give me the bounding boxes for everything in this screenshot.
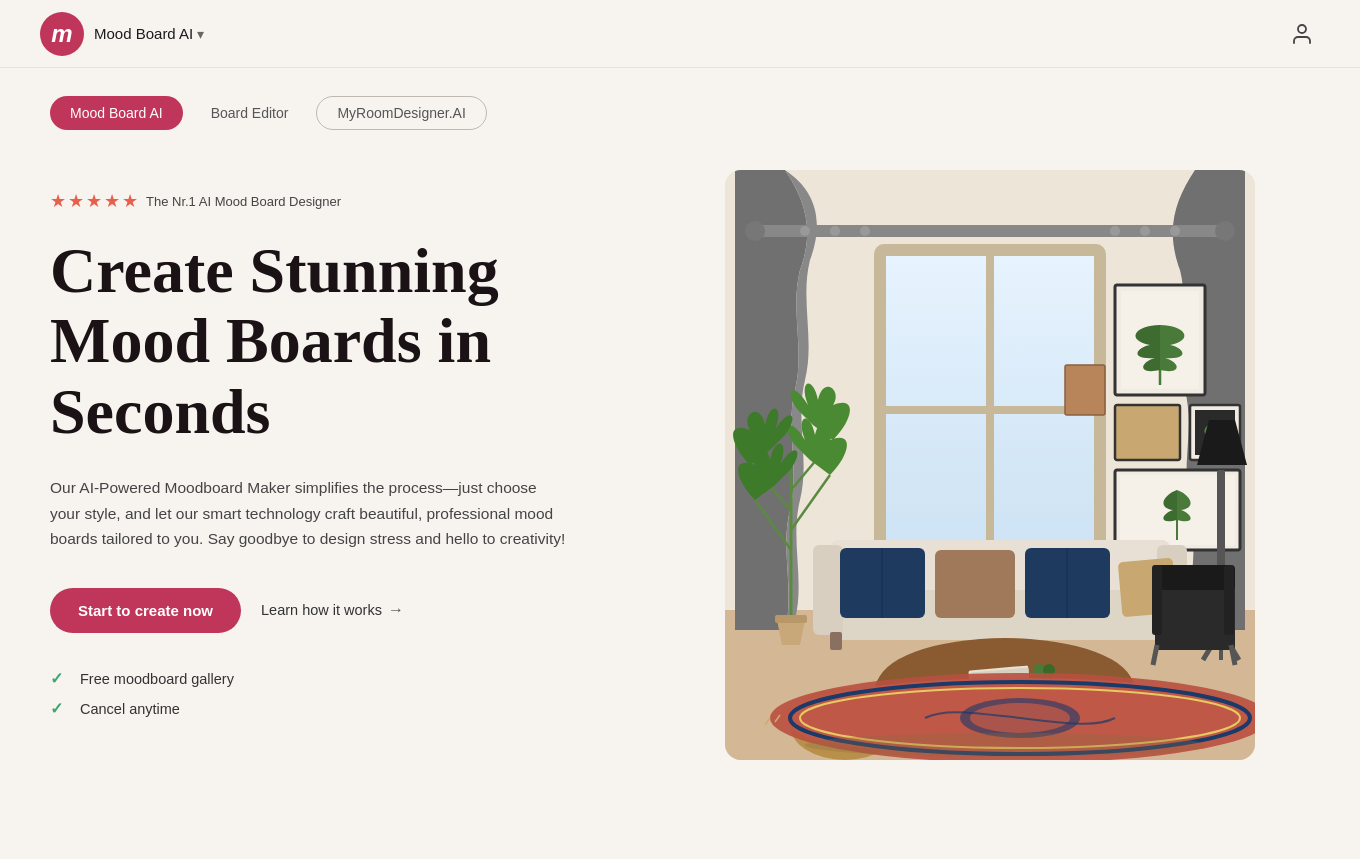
svg-rect-67: [1224, 565, 1234, 635]
learn-how-button[interactable]: Learn how it works →: [261, 601, 404, 619]
header: m Mood Board AI ▾: [0, 0, 1360, 68]
tagline-text: The Nr.1 AI Mood Board Designer: [146, 194, 341, 209]
chevron-down-icon: ▾: [197, 26, 204, 42]
star-3: ★: [86, 190, 102, 212]
hero-room-image: [725, 170, 1255, 760]
user-account-button[interactable]: [1284, 16, 1320, 52]
heading-line3: Seconds: [50, 376, 271, 447]
left-column: ★ ★ ★ ★ ★ The Nr.1 AI Mood Board Designe…: [50, 170, 630, 719]
svg-point-11: [800, 226, 810, 236]
nav-brand-button[interactable]: Mood Board AI ▾: [94, 25, 204, 42]
feature-item-2: ✓ Cancel anytime: [50, 699, 630, 719]
svg-rect-44: [775, 615, 807, 623]
svg-point-12: [830, 226, 840, 236]
svg-rect-27: [1065, 365, 1105, 415]
svg-rect-64: [1155, 580, 1235, 650]
feature-label-1: Free moodboard gallery: [80, 671, 234, 687]
star-5: ★: [122, 190, 138, 212]
feature-label-2: Cancel anytime: [80, 701, 180, 717]
star-2: ★: [68, 190, 84, 212]
right-column: [670, 170, 1310, 760]
description-text: Our AI-Powered Moodboard Maker simplifie…: [50, 475, 570, 552]
tab-board-editor[interactable]: Board Editor: [191, 96, 309, 130]
check-icon-2: ✓: [50, 699, 70, 719]
feature-item-1: ✓ Free moodboard gallery: [50, 669, 630, 689]
user-icon-container[interactable]: [1284, 16, 1320, 52]
heading-line1: Create Stunning: [50, 235, 499, 306]
svg-point-14: [1110, 226, 1120, 236]
svg-point-0: [1298, 25, 1306, 33]
features-list: ✓ Free moodboard gallery ✓ Cancel anytim…: [50, 669, 630, 719]
svg-rect-20: [1115, 405, 1180, 460]
header-left: m Mood Board AI ▾: [40, 12, 204, 56]
svg-point-10: [1215, 221, 1235, 241]
rating-row: ★ ★ ★ ★ ★ The Nr.1 AI Mood Board Designe…: [50, 190, 630, 212]
logo-icon[interactable]: m: [40, 12, 84, 56]
svg-point-79: [805, 733, 1205, 757]
room-scene-svg: [725, 170, 1255, 760]
svg-point-15: [1140, 226, 1150, 236]
svg-rect-65: [1153, 565, 1235, 590]
star-1: ★: [50, 190, 66, 212]
svg-rect-36: [830, 632, 842, 650]
check-icon-1: ✓: [50, 669, 70, 689]
svg-rect-8: [755, 225, 1225, 237]
learn-how-label: Learn how it works: [261, 602, 382, 618]
svg-point-16: [1170, 226, 1180, 236]
svg-rect-34: [813, 545, 843, 635]
svg-point-13: [860, 226, 870, 236]
tab-myroom-designer[interactable]: MyRoomDesigner.AI: [316, 96, 486, 130]
brand-name-label: Mood Board AI: [94, 25, 193, 42]
svg-rect-40: [935, 550, 1015, 618]
start-create-button[interactable]: Start to create now: [50, 588, 241, 633]
user-icon: [1290, 22, 1314, 46]
tab-mood-board-ai[interactable]: Mood Board AI: [50, 96, 183, 130]
star-rating: ★ ★ ★ ★ ★: [50, 190, 138, 212]
tabs-container: Mood Board AI Board Editor MyRoomDesigne…: [50, 96, 1310, 130]
svg-point-9: [745, 221, 765, 241]
main-heading: Create Stunning Mood Boards in Seconds: [50, 236, 630, 447]
svg-rect-66: [1152, 565, 1162, 635]
tabs-section: Mood Board AI Board Editor MyRoomDesigne…: [0, 68, 1360, 130]
arrow-right-icon: →: [388, 601, 404, 619]
star-4: ★: [104, 190, 120, 212]
main-content: ★ ★ ★ ★ ★ The Nr.1 AI Mood Board Designe…: [0, 130, 1360, 800]
cta-row: Start to create now Learn how it works →: [50, 588, 630, 633]
heading-line2: Mood Boards in: [50, 305, 491, 376]
